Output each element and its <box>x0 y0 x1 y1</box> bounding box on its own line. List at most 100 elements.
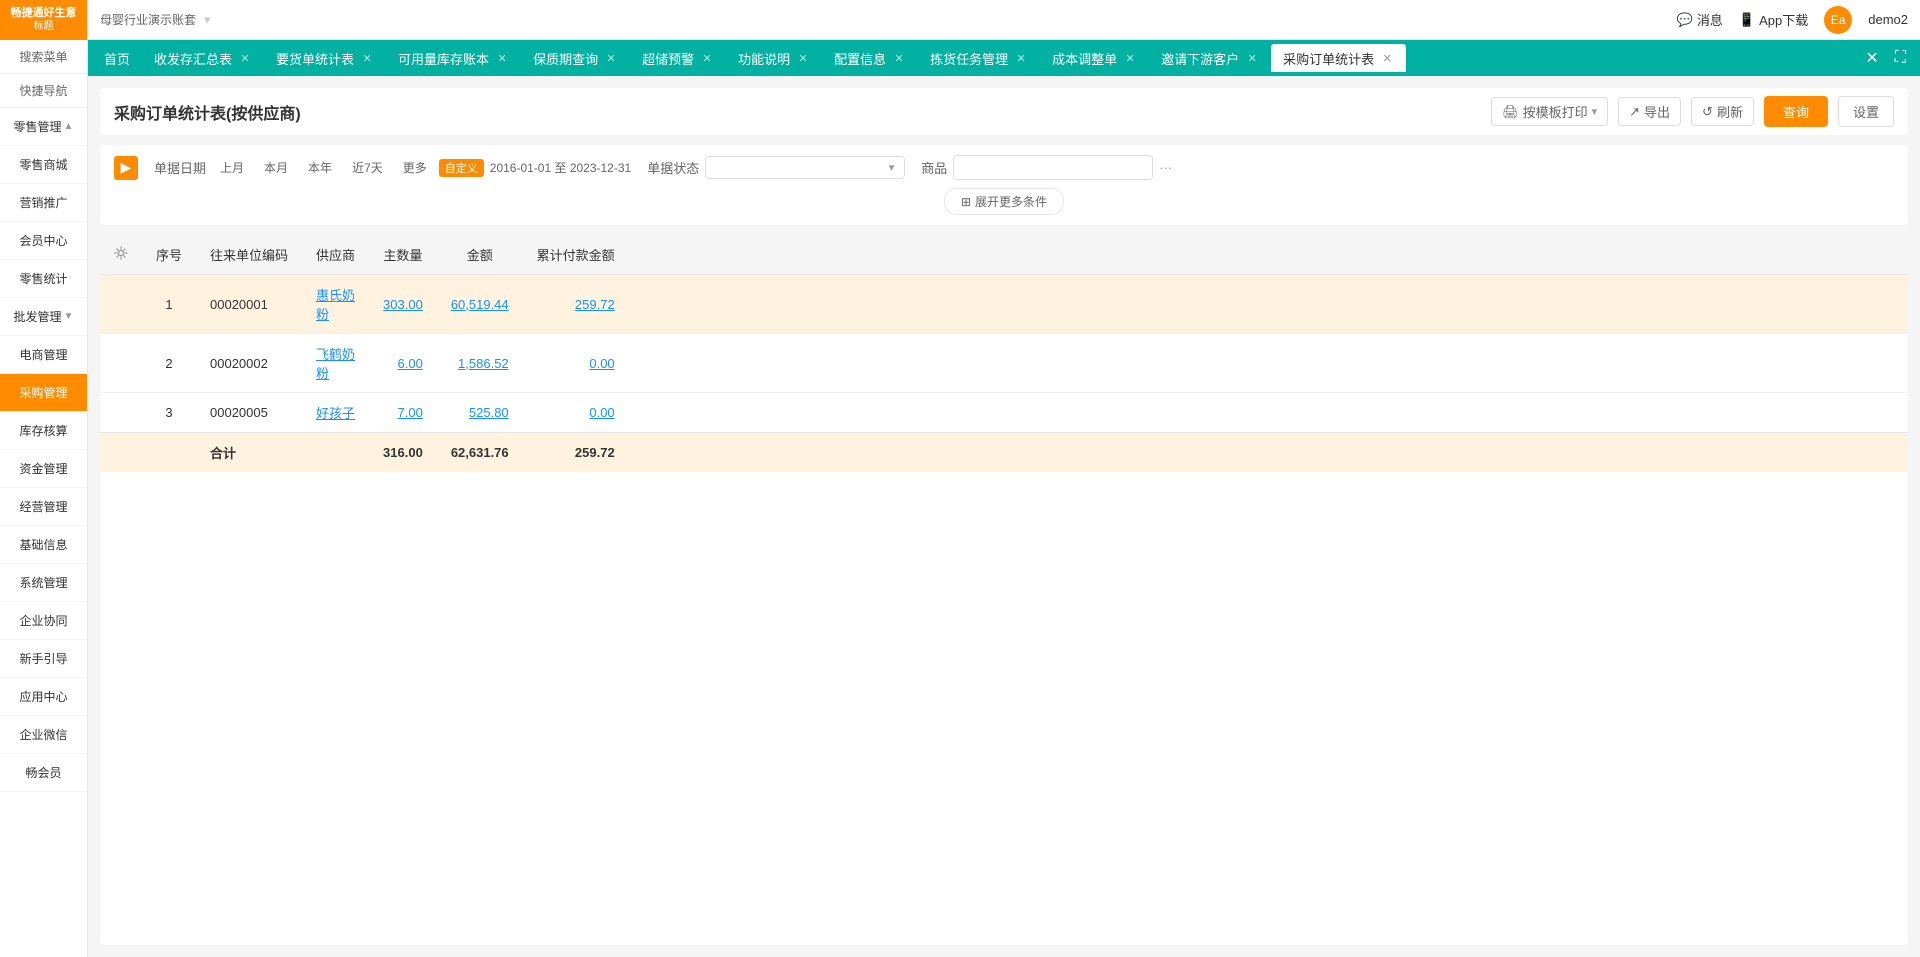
tab-over-stock[interactable]: 超储预警 ✕ <box>630 44 726 72</box>
date-btn-this-year[interactable]: 本年 <box>300 157 340 178</box>
message-button[interactable]: 💬 消息 <box>1677 10 1723 29</box>
row3-qty-link[interactable]: 7.00 <box>398 405 423 420</box>
sidebar-item-marketing[interactable]: 营销推广 <box>0 184 87 222</box>
tab-close-collect-summary[interactable]: ✕ <box>238 51 252 65</box>
date-btn-7days[interactable]: 近7天 <box>344 157 391 178</box>
sidebar-item-purchase[interactable]: 采购管理 <box>0 374 87 412</box>
goods-search-input[interactable] <box>953 155 1153 180</box>
tab-goods-stat[interactable]: 要货单统计表 ✕ <box>264 44 386 72</box>
refresh-button[interactable]: ↺ 刷新 <box>1691 97 1754 126</box>
date-btn-last-month[interactable]: 上月 <box>212 157 252 178</box>
row3-code: 00020005 <box>196 393 302 433</box>
row2-paid-link[interactable]: 0.00 <box>589 356 614 371</box>
settings-button[interactable]: 设置 <box>1838 96 1894 127</box>
date-custom-badge[interactable]: 自定义 <box>439 159 484 177</box>
status-dropdown-icon: ▾ <box>889 161 895 174</box>
sidebar-item-guide[interactable]: 新手引导 <box>0 640 87 678</box>
col-settings <box>100 235 142 275</box>
tab-close-invite-downstream[interactable]: ✕ <box>1245 51 1259 65</box>
row1-amount-link[interactable]: 60,519.44 <box>451 297 509 312</box>
tab-config[interactable]: 配置信息 ✕ <box>822 44 918 72</box>
avatar: Ea <box>1824 6 1852 34</box>
expand-more-button[interactable]: ⊞ 展开更多条件 <box>944 188 1064 215</box>
export-button[interactable]: ↗ 导出 <box>1618 97 1681 126</box>
footer-no <box>142 433 196 473</box>
goods-more-button[interactable]: ··· <box>1159 160 1172 175</box>
date-btn-more[interactable]: 更多 <box>395 157 435 178</box>
row2-supplier-link[interactable]: 飞鹤奶粉 <box>316 347 355 381</box>
tab-close-cost-adjust[interactable]: ✕ <box>1123 51 1137 65</box>
footer-label: 合计 <box>196 433 369 473</box>
row1-paid-link[interactable]: 259.72 <box>575 297 615 312</box>
expand-row: ⊞ 展开更多条件 <box>114 188 1894 215</box>
sidebar-item-appcenter[interactable]: 应用中心 <box>0 678 87 716</box>
row3-qty: 7.00 <box>369 393 437 433</box>
col-paid: 累计付款金额 <box>523 235 629 275</box>
sidebar-item-ecommerce[interactable]: 电商管理 <box>0 336 87 374</box>
tab-close-purchase-stat[interactable]: ✕ <box>1380 51 1394 65</box>
sidebar-item-wholesale[interactable]: 批发管理 ▼ <box>0 298 87 336</box>
tab-maximize-button[interactable]: ⛶ <box>1889 47 1912 69</box>
tab-stock-book[interactable]: 可用量库存账本 ✕ <box>386 44 521 72</box>
sidebar-item-retail-shop[interactable]: 零售商城 <box>0 146 87 184</box>
filter-collapse-button[interactable]: ▶ <box>114 156 138 180</box>
status-filter-label: 单据状态 <box>647 158 699 177</box>
row3-empty <box>629 393 1908 433</box>
date-range-display: 2016-01-01 至 2023-12-31 <box>490 159 631 176</box>
tab-invite-downstream[interactable]: 邀请下游客户 ✕ <box>1149 44 1271 72</box>
tab-close-over-stock[interactable]: ✕ <box>700 51 714 65</box>
chevron-down-icon: ▲ <box>64 121 74 132</box>
footer-settings <box>100 433 142 473</box>
filter-area: ▶ 单据日期 上月 本月 本年 近7天 更多 自定义 2016-01-01 至 … <box>100 145 1908 225</box>
sidebar-item-vip[interactable]: 畅会员 <box>0 754 87 792</box>
sidebar-item-quick[interactable]: 快捷导航 <box>0 74 87 108</box>
refresh-icon: ↺ <box>1702 104 1713 120</box>
tab-shelf-life[interactable]: 保质期查询 ✕ <box>521 44 630 72</box>
tab-close-func-desc[interactable]: ✕ <box>796 51 810 65</box>
tab-func-desc[interactable]: 功能说明 ✕ <box>726 44 822 72</box>
query-button[interactable]: 查询 <box>1764 96 1828 127</box>
row3-paid-link[interactable]: 0.00 <box>589 405 614 420</box>
row1-qty-link[interactable]: 303.00 <box>383 297 423 312</box>
tab-close-shelf-life[interactable]: ✕ <box>604 51 618 65</box>
sidebar-item-system[interactable]: 系统管理 <box>0 564 87 602</box>
sidebar-item-basic[interactable]: 基础信息 <box>0 526 87 564</box>
sidebar-item-retail-stat[interactable]: 零售统计 <box>0 260 87 298</box>
sidebar-item-operation[interactable]: 经营管理 <box>0 488 87 526</box>
row3-supplier-link[interactable]: 好孩子 <box>316 406 355 421</box>
table-row: 3 00020005 好孩子 7.00 525.80 0.00 <box>100 393 1908 433</box>
row1-supplier-link[interactable]: 惠氏奶粉 <box>316 288 355 322</box>
tab-home[interactable]: 首页 <box>92 44 142 72</box>
sidebar-item-enterprise[interactable]: 企业协同 <box>0 602 87 640</box>
breadcrumb: 母婴行业演示账套 <box>100 11 196 28</box>
date-filter-label: 单据日期 <box>154 158 206 177</box>
row2-amount-link[interactable]: 1,586.52 <box>458 356 509 371</box>
sidebar-item-retail[interactable]: 零售管理 ▲ <box>0 108 87 146</box>
breadcrumb-separator: ▾ <box>204 12 211 28</box>
tab-collect-summary[interactable]: 收发存汇总表 ✕ <box>142 44 264 72</box>
sidebar-item-finance[interactable]: 资金管理 <box>0 450 87 488</box>
status-select[interactable]: ▾ <box>705 156 905 179</box>
app-logo: 畅捷通好生意标题 <box>0 0 87 40</box>
sidebar-item-member[interactable]: 会员中心 <box>0 222 87 260</box>
row1-paid: 259.72 <box>523 275 629 334</box>
col-amount: 金额 <box>437 235 523 275</box>
tab-close-config[interactable]: ✕ <box>892 51 906 65</box>
tab-purchase-stat[interactable]: 采购订单统计表 ✕ <box>1271 44 1406 72</box>
row3-amount-link[interactable]: 525.80 <box>469 405 509 420</box>
row2-qty-link[interactable]: 6.00 <box>398 356 423 371</box>
sidebar-item-wechat[interactable]: 企业微信 <box>0 716 87 754</box>
sidebar-item-search[interactable]: 搜索菜单 <box>0 40 87 74</box>
top-bar: 母婴行业演示账套 ▾ 💬 消息 📱 App下载 Ea demo2 <box>88 0 1920 40</box>
print-button[interactable]: 🖨 按模板打印 ▾ <box>1491 97 1608 126</box>
goods-filter-label: 商品 <box>921 158 947 177</box>
tab-close-stock-book[interactable]: ✕ <box>495 51 509 65</box>
tab-picking-task[interactable]: 拣货任务管理 ✕ <box>918 44 1040 72</box>
tab-cost-adjust[interactable]: 成本调整单 ✕ <box>1040 44 1149 72</box>
tab-close-all-button[interactable]: ✕ <box>1859 46 1884 70</box>
tab-close-goods-stat[interactable]: ✕ <box>360 51 374 65</box>
date-btn-this-month[interactable]: 本月 <box>256 157 296 178</box>
tab-close-picking-task[interactable]: ✕ <box>1014 51 1028 65</box>
app-download-button[interactable]: 📱 App下载 <box>1739 10 1808 29</box>
sidebar-item-inventory[interactable]: 库存核算 <box>0 412 87 450</box>
